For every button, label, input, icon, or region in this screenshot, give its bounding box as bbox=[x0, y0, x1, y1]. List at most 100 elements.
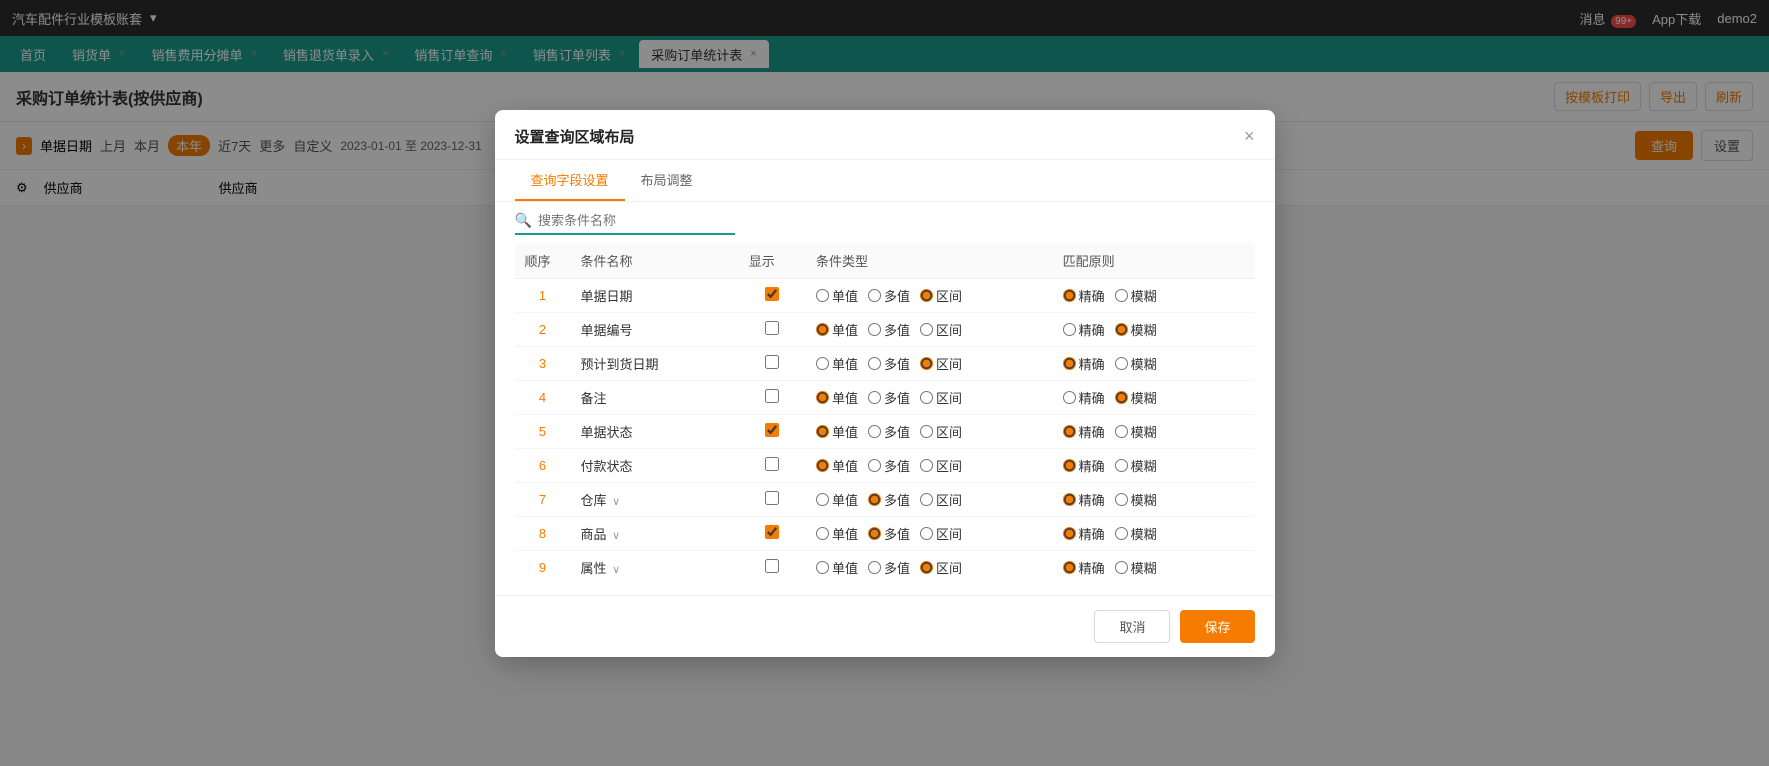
type-option-1-row-9[interactable]: 多值 bbox=[868, 558, 910, 577]
match-option-1-row-7[interactable]: 模糊 bbox=[1115, 490, 1157, 509]
search-input[interactable] bbox=[538, 213, 735, 228]
match-option-0-row-1[interactable]: 精确 bbox=[1063, 286, 1105, 305]
display-checkbox-4[interactable] bbox=[765, 389, 779, 403]
match-option-0-row-9[interactable]: 精确 bbox=[1063, 558, 1105, 577]
row-type-8: 单值多值区间 bbox=[806, 516, 1053, 550]
match-option-1-row-5[interactable]: 模糊 bbox=[1115, 422, 1157, 441]
type-option-2-row-7[interactable]: 区间 bbox=[920, 490, 962, 509]
dropdown-icon[interactable]: ∨ bbox=[612, 496, 620, 508]
match-option-0-row-8[interactable]: 精确 bbox=[1063, 524, 1105, 543]
match-option-1-row-8[interactable]: 模糊 bbox=[1115, 524, 1157, 543]
row-type-6: 单值多值区间 bbox=[806, 448, 1053, 482]
row-display-3[interactable] bbox=[739, 346, 806, 380]
match-option-1-row-6[interactable]: 模糊 bbox=[1115, 456, 1157, 475]
type-option-0-row-1[interactable]: 单值 bbox=[816, 286, 858, 305]
match-option-0-row-5[interactable]: 精确 bbox=[1063, 422, 1105, 441]
display-checkbox-6[interactable] bbox=[765, 457, 779, 471]
row-order-9: 9 bbox=[515, 550, 571, 583]
type-option-2-row-6[interactable]: 区间 bbox=[920, 456, 962, 475]
dialog-overlay: 设置查询区域布局 × 查询字段设置 布局调整 🔍 bbox=[0, 0, 1769, 766]
type-option-0-row-7[interactable]: 单值 bbox=[816, 490, 858, 509]
display-checkbox-9[interactable] bbox=[765, 559, 779, 573]
match-option-1-row-4[interactable]: 模糊 bbox=[1115, 388, 1157, 407]
tab-query-fields[interactable]: 查询字段设置 bbox=[515, 160, 625, 201]
row-type-5: 单值多值区间 bbox=[806, 414, 1053, 448]
display-checkbox-5[interactable] bbox=[765, 423, 779, 437]
row-order-5: 5 bbox=[515, 414, 571, 448]
row-type-4: 单值多值区间 bbox=[806, 380, 1053, 414]
row-display-2[interactable] bbox=[739, 312, 806, 346]
type-option-2-row-2[interactable]: 区间 bbox=[920, 320, 962, 339]
display-checkbox-1[interactable] bbox=[765, 287, 779, 301]
row-display-1[interactable] bbox=[739, 278, 806, 312]
type-option-1-row-1[interactable]: 多值 bbox=[868, 286, 910, 305]
type-option-0-row-3[interactable]: 单值 bbox=[816, 354, 858, 373]
row-name-4: 备注 bbox=[571, 380, 739, 414]
row-order-8: 8 bbox=[515, 516, 571, 550]
row-match-4: 精确模糊 bbox=[1053, 380, 1255, 414]
cancel-button[interactable]: 取消 bbox=[1094, 610, 1170, 643]
dialog-close-button[interactable]: × bbox=[1244, 127, 1255, 145]
type-option-2-row-4[interactable]: 区间 bbox=[920, 388, 962, 407]
dialog-body: 🔍 顺序 条件名称 显示 条件类型 匹配原则 bbox=[495, 202, 1275, 595]
row-match-1: 精确模糊 bbox=[1053, 278, 1255, 312]
type-option-1-row-5[interactable]: 多值 bbox=[868, 422, 910, 441]
row-display-6[interactable] bbox=[739, 448, 806, 482]
row-name-5: 单据状态 bbox=[571, 414, 739, 448]
type-option-0-row-8[interactable]: 单值 bbox=[816, 524, 858, 543]
table-row: 9属性 ∨ 单值多值区间 精确模糊 bbox=[515, 550, 1255, 583]
row-display-5[interactable] bbox=[739, 414, 806, 448]
dropdown-icon[interactable]: ∨ bbox=[612, 530, 620, 542]
row-display-8[interactable] bbox=[739, 516, 806, 550]
tab-layout-adjust[interactable]: 布局调整 bbox=[625, 160, 709, 201]
type-option-1-row-2[interactable]: 多值 bbox=[868, 320, 910, 339]
match-option-0-row-6[interactable]: 精确 bbox=[1063, 456, 1105, 475]
search-icon: 🔍 bbox=[515, 212, 532, 229]
row-display-9[interactable] bbox=[739, 550, 806, 583]
row-name-9: 属性 ∨ bbox=[571, 550, 739, 583]
type-option-2-row-1[interactable]: 区间 bbox=[920, 286, 962, 305]
th-name: 条件名称 bbox=[571, 243, 739, 279]
row-display-7[interactable] bbox=[739, 482, 806, 516]
row-type-1: 单值多值区间 bbox=[806, 278, 1053, 312]
type-option-2-row-5[interactable]: 区间 bbox=[920, 422, 962, 441]
row-match-7: 精确模糊 bbox=[1053, 482, 1255, 516]
match-option-1-row-3[interactable]: 模糊 bbox=[1115, 354, 1157, 373]
type-option-2-row-9[interactable]: 区间 bbox=[920, 558, 962, 577]
table-row: 5单据状态单值多值区间精确模糊 bbox=[515, 414, 1255, 448]
display-checkbox-8[interactable] bbox=[765, 525, 779, 539]
match-option-1-row-9[interactable]: 模糊 bbox=[1115, 558, 1157, 577]
type-option-0-row-9[interactable]: 单值 bbox=[816, 558, 858, 577]
type-option-1-row-4[interactable]: 多值 bbox=[868, 388, 910, 407]
th-order: 顺序 bbox=[515, 243, 571, 279]
table-scroll: 顺序 条件名称 显示 条件类型 匹配原则 1单据日期单值多值区间精确模糊2单据编… bbox=[515, 243, 1255, 583]
type-option-0-row-6[interactable]: 单值 bbox=[816, 456, 858, 475]
match-option-0-row-3[interactable]: 精确 bbox=[1063, 354, 1105, 373]
type-option-1-row-6[interactable]: 多值 bbox=[868, 456, 910, 475]
tab-layout-adjust-label: 布局调整 bbox=[641, 173, 693, 188]
row-display-4[interactable] bbox=[739, 380, 806, 414]
type-option-0-row-4[interactable]: 单值 bbox=[816, 388, 858, 407]
match-option-0-row-2[interactable]: 精确 bbox=[1063, 320, 1105, 339]
type-option-0-row-2[interactable]: 单值 bbox=[816, 320, 858, 339]
match-option-0-row-4[interactable]: 精确 bbox=[1063, 388, 1105, 407]
match-option-1-row-1[interactable]: 模糊 bbox=[1115, 286, 1157, 305]
row-type-2: 单值多值区间 bbox=[806, 312, 1053, 346]
display-checkbox-3[interactable] bbox=[765, 355, 779, 369]
type-option-0-row-5[interactable]: 单值 bbox=[816, 422, 858, 441]
row-order-4: 4 bbox=[515, 380, 571, 414]
dialog-title: 设置查询区域布局 bbox=[515, 126, 635, 147]
type-option-1-row-3[interactable]: 多值 bbox=[868, 354, 910, 373]
row-type-3: 单值多值区间 bbox=[806, 346, 1053, 380]
type-option-1-row-7[interactable]: 多值 bbox=[868, 490, 910, 509]
save-button[interactable]: 保存 bbox=[1180, 610, 1254, 643]
type-option-1-row-8[interactable]: 多值 bbox=[868, 524, 910, 543]
display-checkbox-2[interactable] bbox=[765, 321, 779, 335]
match-option-1-row-2[interactable]: 模糊 bbox=[1115, 320, 1157, 339]
type-option-2-row-8[interactable]: 区间 bbox=[920, 524, 962, 543]
display-checkbox-7[interactable] bbox=[765, 491, 779, 505]
type-option-2-row-3[interactable]: 区间 bbox=[920, 354, 962, 373]
dropdown-icon[interactable]: ∨ bbox=[612, 564, 620, 576]
match-option-0-row-7[interactable]: 精确 bbox=[1063, 490, 1105, 509]
th-match: 匹配原则 bbox=[1053, 243, 1255, 279]
